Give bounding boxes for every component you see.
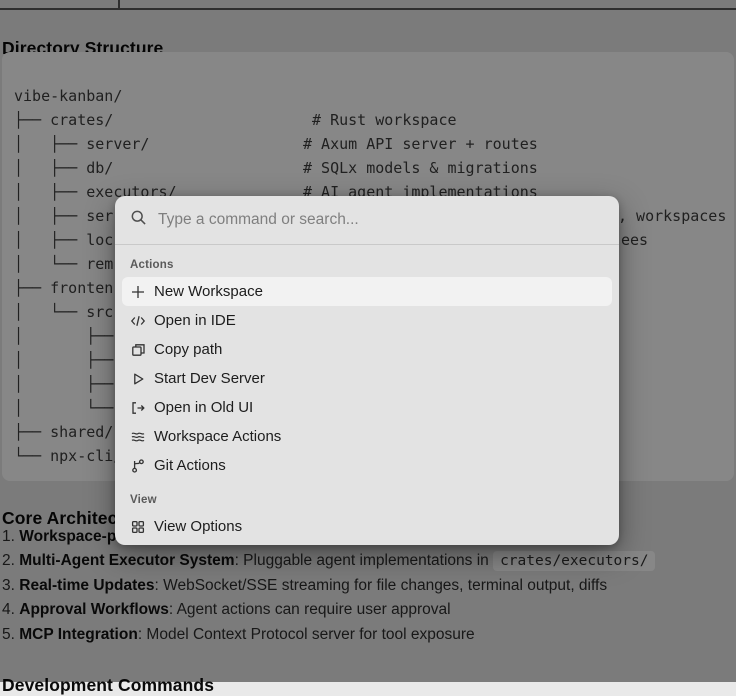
- layers-icon: [130, 429, 146, 445]
- palette-section-label: View: [130, 494, 157, 506]
- palette-item-view-options[interactable]: View Options: [122, 512, 612, 541]
- palette-item-label: Open in IDE: [154, 312, 236, 329]
- palette-item-copy-path[interactable]: Copy path: [122, 335, 612, 364]
- exit-icon: [130, 400, 146, 416]
- play-icon: [130, 371, 146, 387]
- palette-item-label: View Options: [154, 518, 243, 535]
- palette-item-label: Start Dev Server: [154, 370, 265, 387]
- code-icon: [130, 313, 146, 329]
- plus-icon: [130, 284, 146, 300]
- palette-item-git-actions[interactable]: Git Actions: [122, 451, 612, 480]
- palette-item-workspace-actions[interactable]: Workspace Actions: [122, 422, 612, 451]
- command-palette: Actions New Workspace Open in IDE Copy path…: [115, 196, 619, 545]
- command-search-input[interactable]: [156, 210, 603, 230]
- copy-icon: [130, 342, 146, 358]
- palette-item-label: Workspace Actions: [154, 428, 282, 445]
- palette-item-open-in-old-ui[interactable]: Open in Old UI: [122, 393, 612, 422]
- palette-item-label: Git Actions: [154, 457, 226, 474]
- palette-section-label: Actions: [130, 259, 174, 271]
- search-icon: [130, 209, 147, 231]
- palette-item-new-workspace[interactable]: New Workspace: [122, 277, 612, 306]
- git-branch-icon: [130, 458, 146, 474]
- palette-item-start-dev-server[interactable]: Start Dev Server: [122, 364, 612, 393]
- palette-item-label: Open in Old UI: [154, 399, 254, 416]
- command-palette-list: Actions New Workspace Open in IDE Copy path…: [115, 245, 619, 545]
- palette-item-label: Copy path: [154, 341, 223, 358]
- palette-item-label: New Workspace: [154, 283, 263, 300]
- palette-item-open-in-ide[interactable]: Open in IDE: [122, 306, 612, 335]
- command-palette-search-row: [115, 196, 619, 245]
- grid-icon: [130, 519, 146, 535]
